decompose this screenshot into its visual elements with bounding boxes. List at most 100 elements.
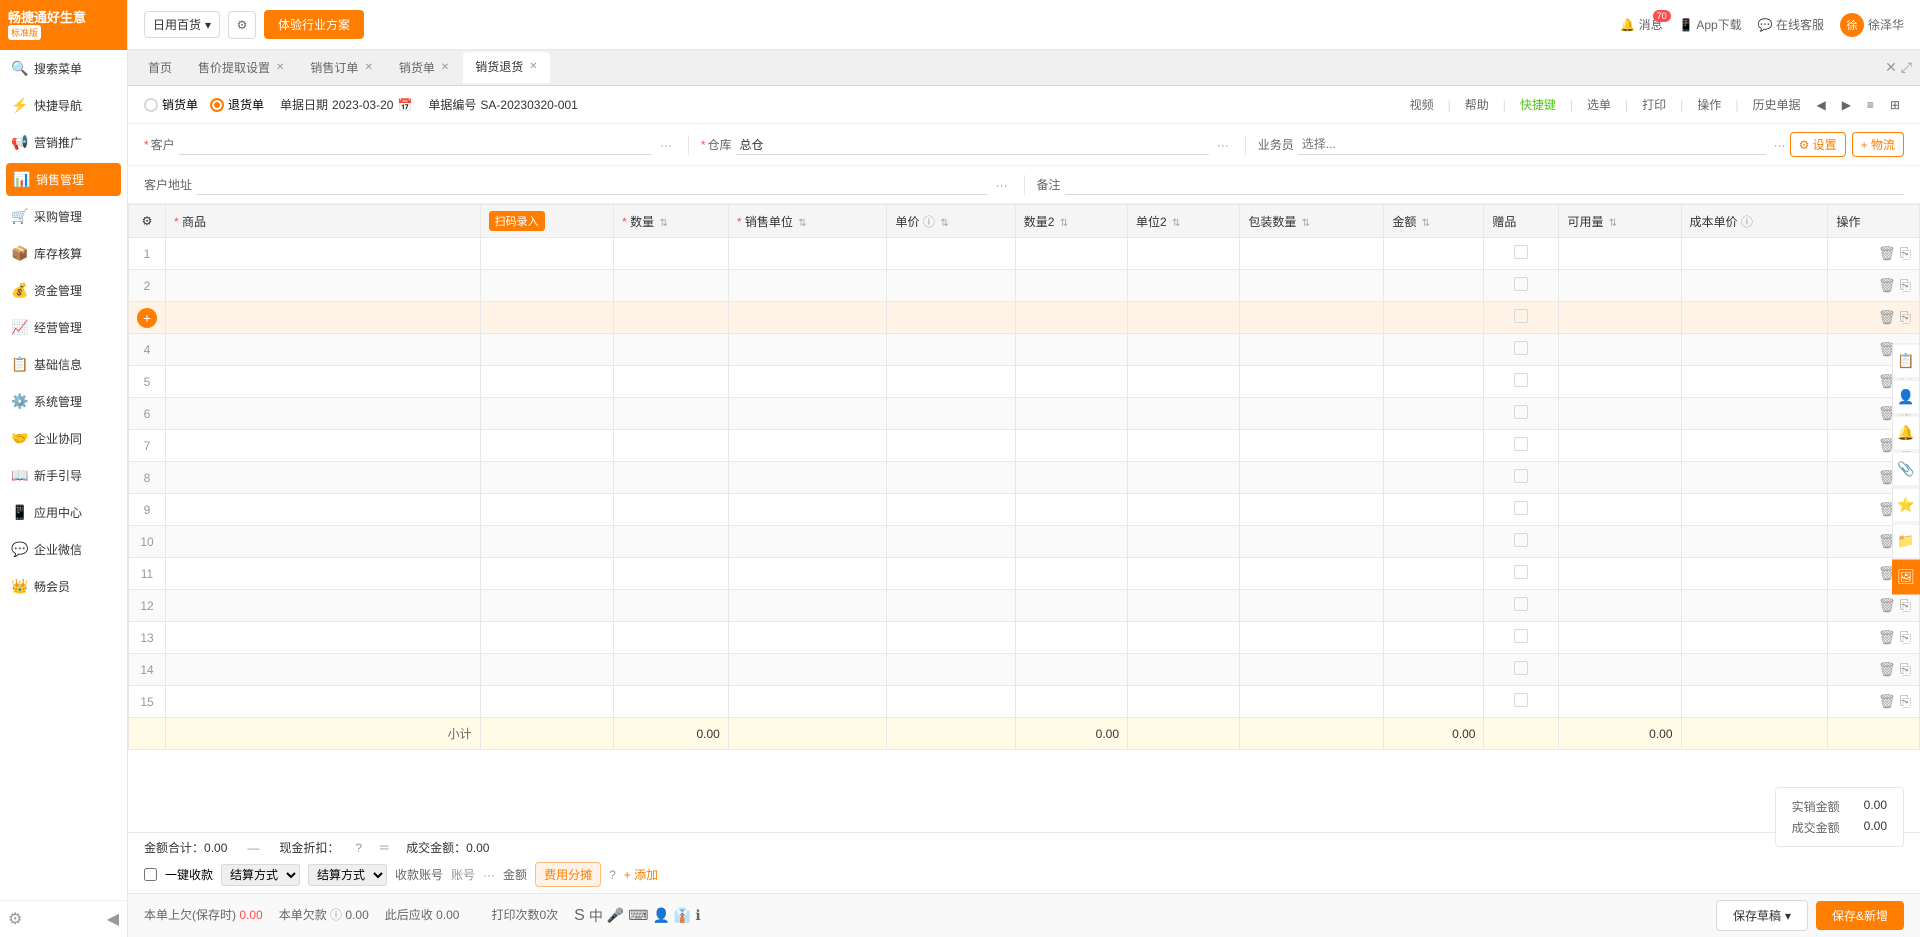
price-info-icon[interactable]: ⓘ (923, 215, 935, 229)
add-row-btn[interactable]: + (137, 308, 157, 328)
gift-checkbox-15[interactable] (1514, 693, 1528, 707)
product-cell-11[interactable] (166, 558, 481, 590)
header-gear-button[interactable]: ⚙ (228, 11, 256, 39)
tab-price_setting[interactable]: 售价提取设置✕ (186, 53, 296, 82)
collapse-icon[interactable]: ◀ (107, 909, 119, 929)
warehouse-input[interactable] (736, 134, 1209, 155)
warehouse-picker-btn[interactable]: ··· (1213, 138, 1233, 152)
product-cell-2[interactable] (166, 270, 481, 302)
setup-button[interactable]: ⚙ 设置 (1790, 132, 1846, 157)
delete-row-btn-12[interactable]: 🗑 (1878, 597, 1896, 614)
sidebar-item-finance[interactable]: 💰资金管理 (0, 272, 127, 309)
sidebar-item-operation[interactable]: 📈经营管理 (0, 309, 127, 346)
gift-checkbox-5[interactable] (1514, 373, 1528, 387)
customer-picker-btn[interactable]: ··· (656, 138, 676, 152)
tab-close-price_setting[interactable]: ✕ (276, 62, 284, 73)
product-cell-12[interactable] (166, 590, 481, 622)
product-cell-6[interactable] (166, 398, 481, 430)
prev-record-icon[interactable]: ◀ (1812, 96, 1829, 114)
sidebar-item-appcenter[interactable]: 📱应用中心 (0, 494, 127, 531)
copy-row-btn-15[interactable]: ⎘ (1900, 693, 1911, 710)
sidebar-item-newguide[interactable]: 📖新手引导 (0, 457, 127, 494)
copy-row-btn-3[interactable]: ⎘ (1900, 309, 1911, 326)
product-cell-10[interactable] (166, 526, 481, 558)
copy-row-btn-2[interactable]: ⎘ (1900, 277, 1911, 294)
settings-icon[interactable]: ⚙ (8, 909, 22, 929)
gift-checkbox-3[interactable] (1514, 309, 1528, 323)
sidebar-item-marketing[interactable]: 📢营销推广 (0, 124, 127, 161)
product-cell-1[interactable] (166, 238, 481, 270)
copy-row-btn-14[interactable]: ⎘ (1900, 661, 1911, 678)
product-cell-14[interactable] (166, 654, 481, 686)
floating-attachment-btn[interactable]: 📎 (1892, 451, 1920, 486)
tab-sales_order[interactable]: 销售订单✕ (298, 53, 384, 82)
online-service-link[interactable]: 💬 在线客服 (1758, 16, 1824, 33)
sidebar-item-wechat[interactable]: 💬企业微信 (0, 531, 127, 568)
unit2-sort-icon[interactable]: ⇅ (1172, 218, 1180, 229)
amount-sort-icon[interactable]: ⇅ (1422, 218, 1430, 229)
gift-checkbox-14[interactable] (1514, 661, 1528, 675)
save-draft-button[interactable]: 保存草稿 ▾ (1716, 900, 1808, 931)
floating-notification-btn[interactable]: 🔔 (1892, 415, 1920, 450)
floating-contact-btn[interactable]: 👤 (1892, 379, 1920, 414)
delete-row-btn-3[interactable]: 🗑 (1878, 309, 1896, 326)
date-value[interactable]: 2023-03-20 (332, 98, 393, 112)
tab-close-sales_order[interactable]: ✕ (364, 62, 372, 73)
help-btn[interactable]: 帮助 (1461, 94, 1493, 115)
gift-checkbox-9[interactable] (1514, 501, 1528, 515)
logistics-button[interactable]: + 物流 (1852, 132, 1904, 157)
product-cell-13[interactable] (166, 622, 481, 654)
single-debt-info-icon[interactable]: ⓘ (330, 908, 342, 922)
quantity-sort-icon[interactable]: ⇅ (659, 218, 667, 229)
sales-return-radio[interactable]: 退货单 (210, 96, 264, 113)
address-picker-btn[interactable]: ··· (992, 178, 1012, 192)
add-payment-btn[interactable]: + 添加 (624, 866, 658, 883)
experience-button[interactable]: 体验行业方案 (264, 10, 364, 39)
select-btn[interactable]: 选单 (1583, 94, 1615, 115)
col-header-gear[interactable]: ⚙ (129, 205, 166, 238)
delete-row-btn-15[interactable]: 🗑 (1878, 693, 1896, 710)
daily-category-select[interactable]: 日用百货 ▾ (144, 11, 220, 38)
sales-unit-sort-icon[interactable]: ⇅ (798, 218, 806, 229)
sidebar-item-enterprise[interactable]: 🤝企业协同 (0, 420, 127, 457)
available-sort-icon[interactable]: ⇅ (1609, 218, 1617, 229)
tab-close-sales_return[interactable]: ✕ (529, 61, 537, 72)
print-btn[interactable]: 打印 (1638, 94, 1670, 115)
product-cell-15[interactable] (166, 686, 481, 718)
sidebar-item-member[interactable]: 👑畅会员 (0, 568, 127, 605)
shortcut-btn[interactable]: 快捷键 (1516, 94, 1560, 115)
floating-image-btn[interactable]: 🖼 (1892, 559, 1920, 594)
view-toggle-grid[interactable]: ⊞ (1886, 96, 1904, 114)
sidebar-item-search[interactable]: 🔍搜索菜单 (0, 50, 127, 87)
view-toggle-list[interactable]: ≡ (1863, 96, 1878, 114)
notification-button[interactable]: 🔔 消息 70 (1620, 16, 1662, 33)
delete-row-btn-13[interactable]: 🗑 (1878, 629, 1896, 646)
address-input[interactable] (196, 174, 987, 195)
fee-split-help-icon[interactable]: ? (609, 868, 616, 882)
gift-checkbox-1[interactable] (1514, 245, 1528, 259)
sidebar-item-purchase[interactable]: 🛒采购管理 (0, 198, 127, 235)
history-btn[interactable]: 历史单据 (1748, 94, 1804, 115)
app-download-link[interactable]: 📱 App下载 (1679, 16, 1742, 33)
sidebar-item-system[interactable]: ⚙️系统管理 (0, 383, 127, 420)
sales-delivery-radio[interactable]: 销货单 (144, 96, 198, 113)
gift-checkbox-4[interactable] (1514, 341, 1528, 355)
floating-notes-btn[interactable]: 📋 (1892, 343, 1920, 378)
salesperson-picker-btn[interactable]: ··· (1770, 138, 1790, 152)
product-input-3[interactable] (174, 311, 472, 325)
scan-input-btn[interactable]: 扫码录入 (489, 211, 545, 231)
gift-checkbox-13[interactable] (1514, 629, 1528, 643)
gift-checkbox-11[interactable] (1514, 565, 1528, 579)
tab-sales_return[interactable]: 销货退货✕ (463, 52, 549, 83)
sidebar-item-sales[interactable]: 📊销售管理 (6, 163, 121, 196)
salesperson-input[interactable] (1298, 134, 1766, 155)
save-new-button[interactable]: 保存&新增 (1816, 901, 1904, 930)
gift-checkbox-10[interactable] (1514, 533, 1528, 547)
close-all-tabs-icon[interactable]: ✕ (1885, 59, 1897, 76)
tab-close-sales_delivery[interactable]: ✕ (441, 62, 449, 73)
sidebar-item-inventory[interactable]: 📦库存核算 (0, 235, 127, 272)
expand-icon[interactable]: ⤢ (1901, 59, 1912, 76)
calendar-icon[interactable]: 📅 (397, 98, 412, 112)
product-cell-5[interactable] (166, 366, 481, 398)
product-cell-8[interactable] (166, 462, 481, 494)
